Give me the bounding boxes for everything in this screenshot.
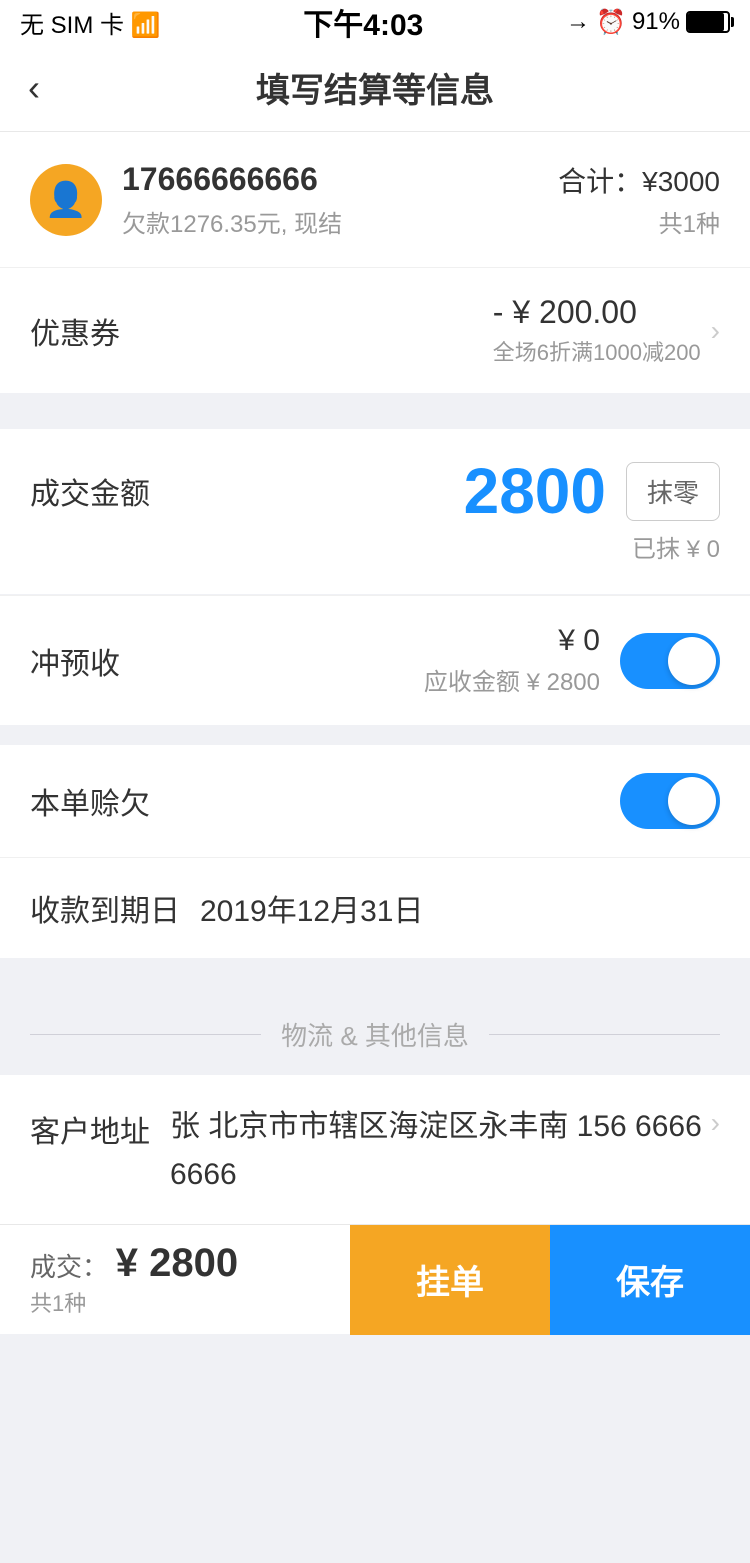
coupon-amount: - ¥ 200.00	[493, 294, 701, 331]
bottom-deal-label: 成交：	[30, 1252, 108, 1282]
customer-row: 👤 17666666666 欠款1276.35元, 现结 合计：¥3000 共1…	[0, 132, 750, 267]
prepay-right: ¥ 0 应收金额 ¥ 2800	[424, 624, 720, 697]
divider-line-left	[30, 1034, 261, 1035]
logistics-text: 物流 & 其他信息	[261, 1016, 489, 1053]
prepay-value-area: ¥ 0 应收金额 ¥ 2800	[424, 624, 600, 697]
status-time: 下午4:03	[303, 0, 423, 44]
credit-toggle[interactable]	[620, 773, 720, 829]
back-button[interactable]: ‹	[28, 67, 40, 109]
duedate-section: 收款到期日 2019年12月31日	[0, 857, 750, 958]
duedate-label: 收款到期日	[30, 886, 180, 930]
hold-button[interactable]: 挂单	[350, 1225, 550, 1335]
bottom-deal-count: 共1种	[30, 1286, 320, 1318]
deal-row: 成交金额 2800 抹零	[30, 459, 720, 523]
coupon-label: 优惠券	[30, 309, 120, 353]
prepay-label: 冲预收	[30, 639, 120, 683]
customer-card: 👤 17666666666 欠款1276.35元, 现结 合计：¥3000 共1…	[0, 132, 750, 393]
avatar: 👤	[30, 164, 102, 236]
prepay-row: 冲预收 ¥ 0 应收金额 ¥ 2800	[30, 624, 720, 697]
divider-line-right	[489, 1034, 720, 1035]
alarm-icon: ⏰	[596, 8, 626, 37]
sim-signal: 无 SIM 卡 📶	[20, 5, 161, 40]
status-left: 无 SIM 卡 📶	[20, 5, 161, 40]
customer-left: 👤 17666666666 欠款1276.35元, 现结	[30, 161, 342, 239]
total-count: 共1种	[558, 204, 720, 239]
battery-icon	[686, 11, 730, 33]
duedate-row: 收款到期日 2019年12月31日	[30, 886, 720, 930]
coupon-row[interactable]: 优惠券 - ¥ 200.00 全场6折满1000减200 ›	[0, 267, 750, 393]
customer-right: 合计：¥3000 共1种	[558, 160, 720, 239]
prepay-amount: ¥ 0	[424, 624, 600, 658]
section-divider-3	[0, 974, 750, 994]
avatar-icon: 👤	[45, 180, 87, 220]
credit-label: 本单赊欠	[30, 779, 150, 823]
prepay-sub: 应收金额 ¥ 2800	[424, 662, 600, 697]
credit-row: 本单赊欠	[30, 773, 720, 829]
nav-bar: ‹ 填写结算等信息	[0, 44, 750, 132]
address-label: 客户地址	[30, 1103, 150, 1151]
total-label-value: 合计：¥3000	[558, 160, 720, 200]
page-title: 填写结算等信息	[256, 63, 494, 112]
total-value: ¥3000	[642, 166, 720, 197]
deal-amount: 2800	[464, 459, 606, 523]
coupon-chevron: ›	[711, 315, 720, 347]
section-divider-2	[0, 725, 750, 745]
credit-toggle-thumb	[668, 777, 716, 825]
total-label: 合计：	[558, 166, 642, 197]
customer-phone: 17666666666	[122, 161, 342, 198]
credit-section: 本单赊欠	[0, 745, 750, 857]
customer-debt: 欠款1276.35元, 现结	[122, 204, 342, 239]
coupon-desc: 全场6折满1000减200	[493, 335, 701, 367]
status-right: → ⏰ 91%	[566, 8, 730, 37]
coupon-info: - ¥ 200.00 全场6折满1000减200	[493, 294, 701, 367]
status-bar: 无 SIM 卡 📶 下午4:03 → ⏰ 91%	[0, 0, 750, 44]
content-area: 👤 17666666666 欠款1276.35元, 现结 合计：¥3000 共1…	[0, 132, 750, 1563]
bottom-deal-line: 成交： ¥ 2800	[30, 1241, 320, 1286]
prepay-toggle[interactable]	[620, 633, 720, 689]
address-chevron: ›	[711, 1103, 720, 1139]
battery-percent: 91%	[632, 8, 680, 36]
save-button[interactable]: 保存	[550, 1225, 750, 1335]
bottom-summary: 成交： ¥ 2800 共1种	[0, 1241, 350, 1318]
bottom-bar: 成交： ¥ 2800 共1种 挂单 保存	[0, 1224, 750, 1334]
address-value: 张 北京市市辖区海淀区永丰南 156 6666 6666	[170, 1103, 711, 1199]
section-divider-1	[0, 409, 750, 429]
coupon-right: - ¥ 200.00 全场6折满1000减200 ›	[493, 294, 720, 367]
address-section[interactable]: 客户地址 张 北京市市辖区海淀区永丰南 156 6666 6666 ›	[0, 1075, 750, 1227]
location-icon: →	[566, 8, 590, 36]
deal-section: 成交金额 2800 抹零 已抹 ¥ 0	[0, 429, 750, 594]
toggle-thumb	[668, 637, 716, 685]
customer-info: 17666666666 欠款1276.35元, 现结	[122, 161, 342, 239]
round-button[interactable]: 抹零	[626, 462, 720, 521]
duedate-value: 2019年12月31日	[200, 886, 423, 930]
logistics-divider: 物流 & 其他信息	[0, 994, 750, 1075]
deal-sub: 已抹 ¥ 0	[30, 529, 720, 564]
prepay-section: 冲预收 ¥ 0 应收金额 ¥ 2800	[0, 595, 750, 725]
deal-label: 成交金额	[30, 469, 150, 513]
deal-amount-area: 2800 抹零	[464, 459, 720, 523]
bottom-deal-amount: ¥ 2800	[116, 1241, 238, 1285]
